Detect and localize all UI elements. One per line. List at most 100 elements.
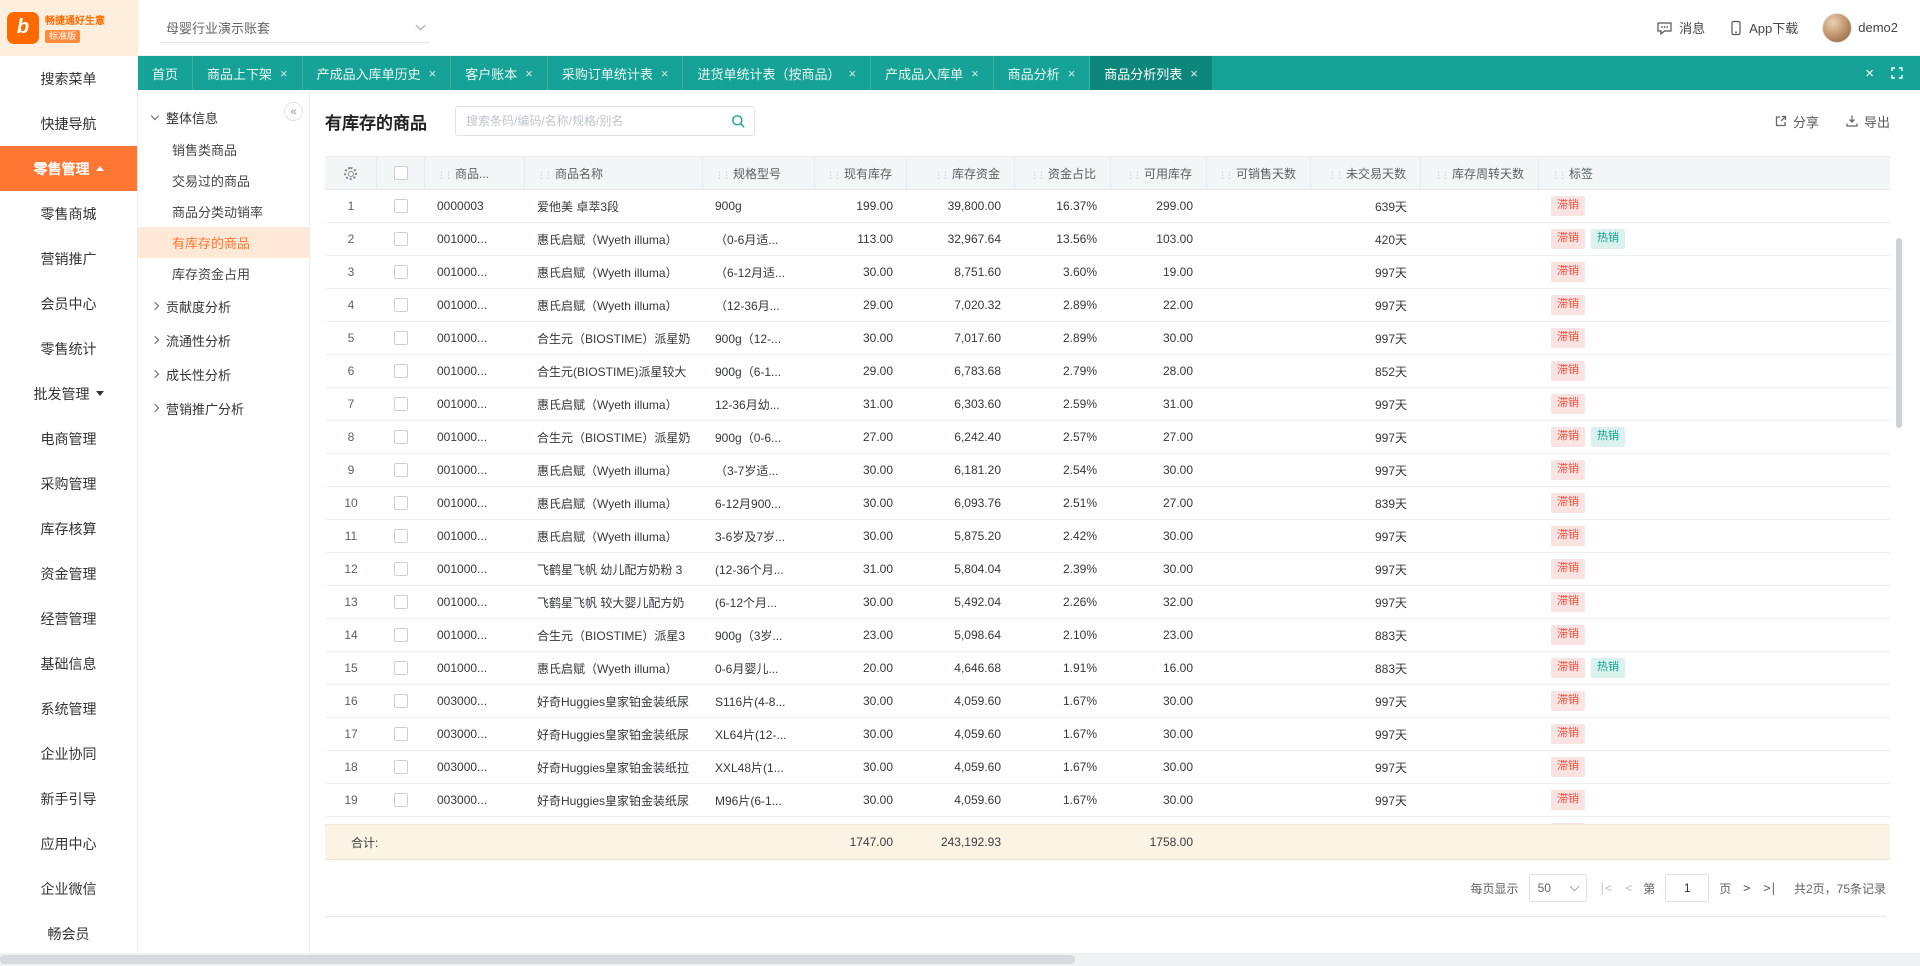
sidebar-item-7[interactable]: 零售统计 — [0, 326, 137, 371]
per-page-select[interactable]: 50 — [1528, 874, 1587, 902]
row-checkbox[interactable] — [394, 661, 408, 676]
scrollbar-thumb[interactable] — [1896, 238, 1902, 428]
sidebar-item-5[interactable]: 营销推广 — [0, 236, 137, 281]
column-header-3[interactable]: ⋮⋮ 规格型号 — [703, 156, 815, 190]
close-tab-icon[interactable]: × — [429, 67, 437, 80]
page-input[interactable] — [1665, 874, 1710, 902]
tab-8[interactable]: 商品分析 × — [994, 56, 1091, 90]
sidebar-item-2[interactable]: 快捷导航 — [0, 101, 137, 146]
sidebar-item-18[interactable]: 应用中心 — [0, 821, 137, 866]
sidebar-item-4[interactable]: 零售商城 — [0, 191, 137, 236]
close-tab-icon[interactable]: × — [848, 67, 856, 80]
column-header-1[interactable]: ⋮⋮ 商品... — [425, 156, 525, 190]
search-input[interactable] — [455, 106, 755, 136]
close-tab-icon[interactable]: × — [1068, 67, 1076, 80]
row-checkbox[interactable] — [394, 265, 408, 280]
tree-group-5[interactable]: 营销推广分析 — [138, 391, 309, 425]
tab-6[interactable]: 进货单统计表（按商品） × — [683, 56, 872, 90]
search-icon[interactable] — [731, 114, 746, 129]
app-download-button[interactable]: App下载 — [1729, 18, 1798, 37]
row-checkbox[interactable] — [394, 331, 408, 346]
sidebar-item-13[interactable]: 经营管理 — [0, 596, 137, 641]
vertical-scrollbar[interactable] — [1895, 190, 1903, 824]
row-checkbox[interactable] — [394, 364, 408, 379]
row-checkbox[interactable] — [394, 298, 408, 313]
sidebar-item-1[interactable]: 搜索菜单 — [0, 56, 137, 101]
account-select[interactable]: 母婴行业演示账套 — [160, 13, 430, 43]
column-header-5[interactable]: ⋮⋮ 库存资金 — [907, 156, 1015, 190]
close-tab-button[interactable]: × — [1865, 66, 1874, 81]
row-checkbox[interactable] — [394, 694, 408, 709]
row-checkbox[interactable] — [394, 793, 408, 808]
close-tab-icon[interactable]: × — [280, 67, 288, 80]
sidebar-item-10[interactable]: 采购管理 — [0, 461, 137, 506]
tab-2[interactable]: 商品上下架 × — [193, 56, 303, 90]
next-page-button[interactable]: > — [1741, 881, 1751, 895]
column-header-9[interactable]: ⋮⋮ 未交易天数 — [1311, 156, 1421, 190]
sidebar-item-6[interactable]: 会员中心 — [0, 281, 137, 326]
sidebar-item-9[interactable]: 电商管理 — [0, 416, 137, 461]
row-checkbox[interactable] — [394, 760, 408, 775]
collapse-panel-button[interactable]: « — [284, 102, 303, 121]
tree-leaf-1-4[interactable]: 有库存的商品 — [138, 227, 309, 258]
sidebar-item-20[interactable]: 畅会员 — [0, 911, 137, 956]
column-header-7[interactable]: ⋮⋮ 可用库存 — [1111, 156, 1207, 190]
row-checkbox[interactable] — [394, 529, 408, 544]
share-button[interactable]: 分享 — [1774, 112, 1819, 131]
column-header-10[interactable]: ⋮⋮ 库存周转天数 — [1421, 156, 1539, 190]
tab-3[interactable]: 产成品入库单历史 × — [303, 56, 452, 90]
column-header-11[interactable]: ⋮⋮ 标签 — [1539, 156, 1890, 190]
tree-leaf-1-2[interactable]: 交易过的商品 — [138, 165, 309, 196]
tab-4[interactable]: 客户账本 × — [451, 56, 548, 90]
tab-5[interactable]: 采购订单统计表 × — [548, 56, 684, 90]
select-all-checkbox[interactable] — [393, 166, 408, 181]
tree-group-3[interactable]: 流通性分析 — [138, 323, 309, 357]
tree-leaf-1-5[interactable]: 库存资金占用 — [138, 258, 309, 289]
close-tab-icon[interactable]: × — [1190, 67, 1198, 80]
sidebar-item-16[interactable]: 企业协同 — [0, 731, 137, 776]
sidebar-item-3[interactable]: 零售管理 — [0, 146, 137, 191]
fullscreen-button[interactable] — [1890, 66, 1904, 80]
column-header-2[interactable]: ⋮⋮ 商品名称 — [525, 156, 703, 190]
horizontal-scrollbar[interactable] — [0, 953, 1920, 966]
tab-7[interactable]: 产成品入库单 × — [871, 56, 994, 90]
first-page-button[interactable]: |< — [1597, 881, 1613, 895]
user-menu[interactable]: demo2 — [1822, 12, 1898, 43]
messages-button[interactable]: 消息 — [1656, 18, 1705, 37]
column-header-8[interactable]: ⋮⋮ 可销售天数 — [1207, 156, 1311, 190]
row-checkbox[interactable] — [394, 562, 408, 577]
close-tab-icon[interactable]: × — [661, 67, 669, 80]
sidebar-item-11[interactable]: 库存核算 — [0, 506, 137, 551]
row-checkbox[interactable] — [394, 430, 408, 445]
row-checkbox[interactable] — [394, 628, 408, 643]
row-checkbox[interactable] — [394, 199, 408, 214]
column-header-6[interactable]: ⋮⋮ 资金占比 — [1015, 156, 1111, 190]
prev-page-button[interactable]: < — [1623, 881, 1633, 895]
tab-1[interactable]: 首页 — [138, 56, 194, 90]
row-checkbox[interactable] — [394, 595, 408, 610]
row-checkbox[interactable] — [394, 463, 408, 478]
sidebar-item-19[interactable]: 企业微信 — [0, 866, 137, 911]
sidebar-item-17[interactable]: 新手引导 — [0, 776, 137, 821]
sidebar-item-14[interactable]: 基础信息 — [0, 641, 137, 686]
sidebar-item-12[interactable]: 资金管理 — [0, 551, 137, 596]
last-page-button[interactable]: >| — [1762, 881, 1778, 895]
close-tab-icon[interactable]: × — [525, 67, 533, 80]
tree-group-2[interactable]: 贡献度分析 — [138, 289, 309, 323]
row-checkbox[interactable] — [394, 496, 408, 511]
close-tab-icon[interactable]: × — [971, 67, 979, 80]
tab-9[interactable]: 商品分析列表 × — [1090, 56, 1213, 90]
tree-group-4[interactable]: 成长性分析 — [138, 357, 309, 391]
export-button[interactable]: 导出 — [1845, 112, 1890, 131]
tree-group-1[interactable]: 整体信息 — [138, 100, 309, 134]
column-header-4[interactable]: ⋮⋮ 现有库存 — [815, 156, 907, 190]
sidebar-item-15[interactable]: 系统管理 — [0, 686, 137, 731]
row-checkbox[interactable] — [394, 232, 408, 247]
horizontal-scrollbar-thumb[interactable] — [0, 955, 1076, 964]
row-checkbox[interactable] — [394, 727, 408, 742]
sidebar-item-8[interactable]: 批发管理 — [0, 371, 137, 416]
tree-leaf-1-3[interactable]: 商品分类动销率 — [138, 196, 309, 227]
logo[interactable]: b 畅捷通好生意 标准版 — [0, 0, 138, 56]
column-settings-header[interactable] — [325, 156, 377, 190]
tree-leaf-1-1[interactable]: 销售类商品 — [138, 134, 309, 165]
